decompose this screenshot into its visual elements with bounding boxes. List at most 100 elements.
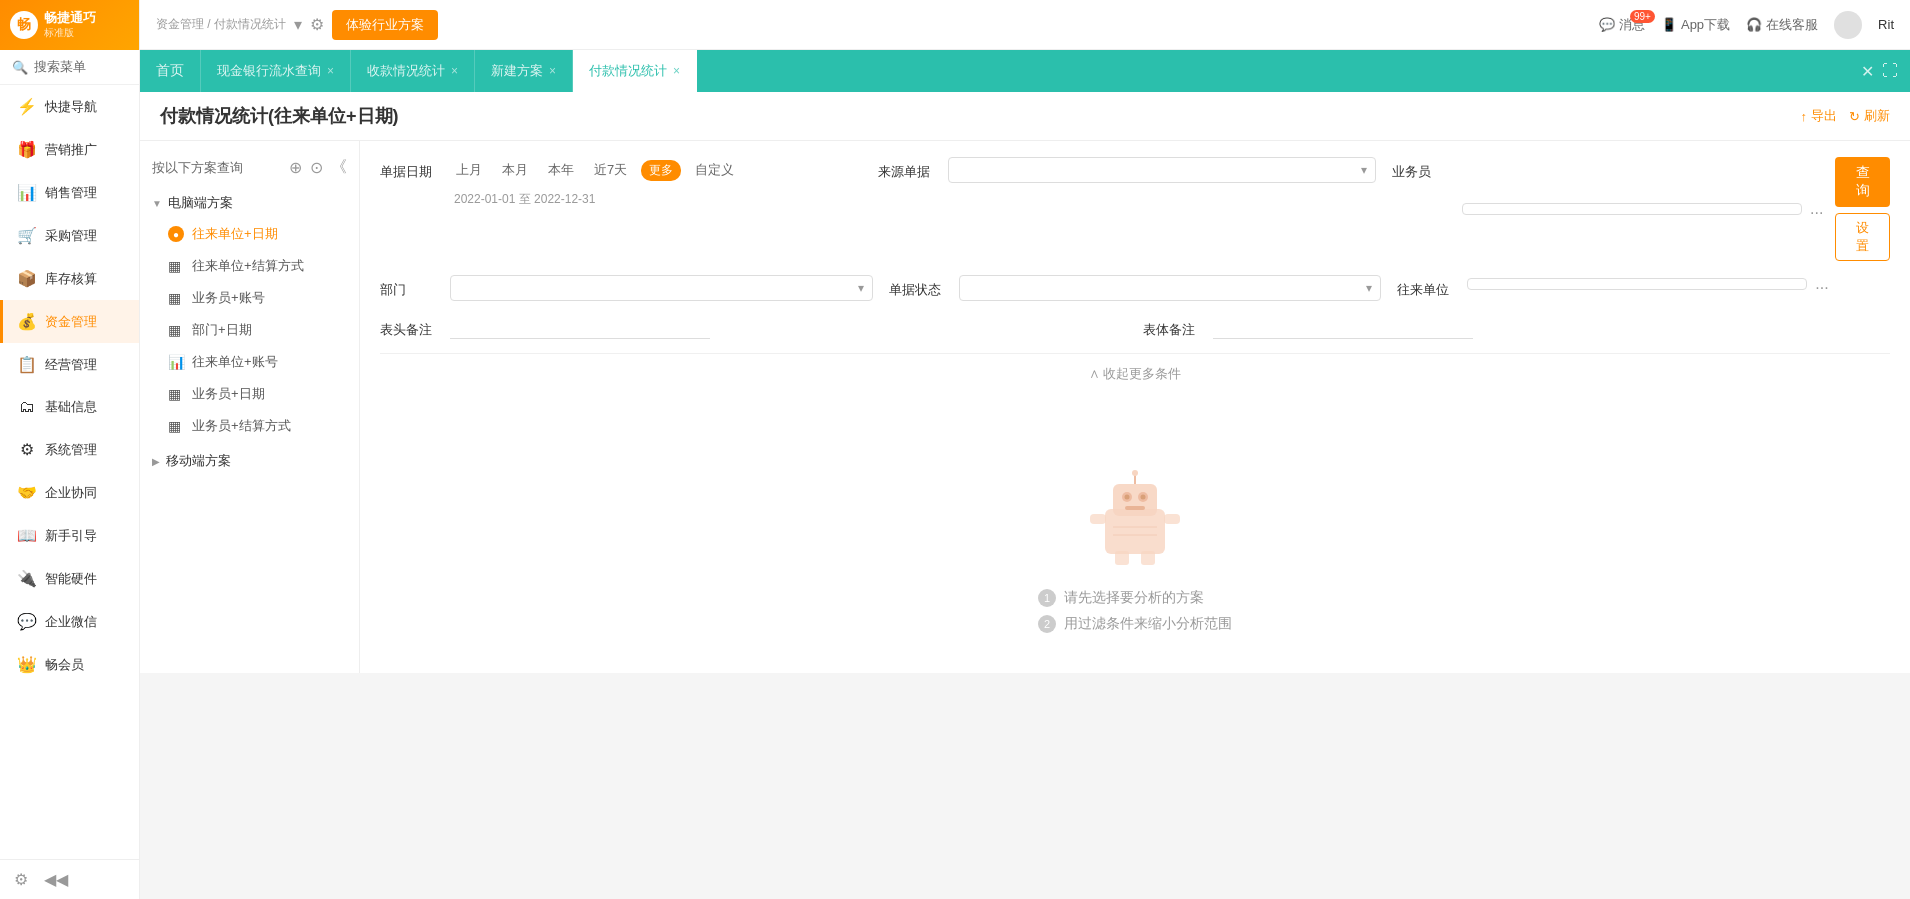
tab-close-bank-flow[interactable]: × (327, 64, 334, 78)
scheme-group-mobile-title[interactable]: ▶ 移动端方案 (140, 446, 359, 476)
hardware-icon: 🔌 (17, 569, 37, 588)
logo-subtitle: 标准版 (44, 26, 96, 40)
sidebar-item-quick-nav[interactable]: ⚡ 快捷导航 (0, 85, 139, 128)
tab-close-new-scheme[interactable]: × (549, 64, 556, 78)
sidebar-item-operation[interactable]: 📋 经营管理 (0, 343, 139, 386)
sidebar-item-marketing[interactable]: 🎁 营销推广 (0, 128, 139, 171)
sidebar-item-vip[interactable]: 👑 畅会员 (0, 643, 139, 686)
header-note-label: 表头备注 (380, 315, 450, 339)
scheme-item-icon: ▦ (168, 322, 184, 338)
avatar[interactable] (1834, 11, 1862, 39)
scheme-item-salesman-settle[interactable]: ▦ 业务员+结算方式 (148, 410, 359, 442)
tab-spacer (697, 50, 1849, 92)
source-select[interactable]: ▾ (948, 157, 1376, 183)
sidebar-nav: ⚡ 快捷导航 🎁 营销推广 📊 销售管理 🛒 采购管理 📦 库存核算 💰 资金管… (0, 85, 139, 859)
tab-fullscreen-icon[interactable]: ⛶ (1882, 62, 1898, 80)
tab-new-scheme[interactable]: 新建方案 × (475, 50, 573, 92)
scheme-item-salesman-date[interactable]: ▦ 业务员+日期 (148, 378, 359, 410)
scheme-item-icon: ▦ (168, 258, 184, 274)
collapse-scheme-icon[interactable]: 《 (331, 157, 347, 178)
footer-settings-icon[interactable]: ⚙ (14, 870, 28, 889)
collapse-bar[interactable]: ∧ 收起更多条件 (380, 353, 1890, 393)
date-more-btn[interactable]: 更多 (641, 160, 681, 181)
salesman-dots[interactable]: ... (1810, 200, 1823, 218)
tab-payment-stats[interactable]: 付款情况统计 × (573, 50, 697, 92)
breadcrumb-dropdown-icon[interactable]: ▾ (294, 15, 302, 34)
filter-row-1: 单据日期 上月 本月 本年 近7天 更多 自定义 2022-01-01 至 20… (380, 157, 1890, 261)
scheme-item-partner-account[interactable]: 📊 往来单位+账号 (148, 346, 359, 378)
body-note-input[interactable] (1213, 315, 1473, 339)
quick-nav-icon: ⚡ (17, 97, 37, 116)
logo-text-block: 畅捷通巧 标准版 (44, 10, 96, 40)
date-this-year-btn[interactable]: 本年 (542, 157, 580, 183)
query-button[interactable]: 查询 (1835, 157, 1890, 207)
sidebar-item-label: 快捷导航 (45, 98, 97, 116)
scheme-item-partner-date[interactable]: ● 往来单位+日期 (148, 218, 359, 250)
group-collapse-arrow: ▶ (152, 456, 160, 467)
filter-settings-button[interactable]: 设置 (1835, 213, 1890, 261)
date-this-month-btn[interactable]: 本月 (496, 157, 534, 183)
breadcrumb: 资金管理 / 付款情况统计 (156, 16, 286, 33)
sidebar-item-basics[interactable]: 🗂 基础信息 (0, 386, 139, 428)
msg-icon: 💬 (1599, 17, 1615, 32)
export-button[interactable]: ↑ 导出 (1801, 107, 1838, 125)
sidebar-search[interactable]: 🔍 搜索菜单 (0, 50, 139, 85)
partner-dots[interactable]: ... (1815, 275, 1828, 293)
settings-scheme-icon[interactable]: ⊙ (310, 158, 323, 177)
app-download-button[interactable]: 📱 App下载 (1661, 16, 1730, 34)
tab-close-payment-stats[interactable]: × (673, 64, 680, 78)
dept-select[interactable]: ▾ (450, 275, 873, 301)
collapse-label: 收起更多条件 (1103, 366, 1181, 381)
sidebar-item-label: 畅会员 (45, 656, 84, 674)
tab-close-all-icon[interactable]: ✕ (1861, 62, 1874, 81)
collapse-icon: ∧ (1089, 366, 1104, 381)
sidebar-item-inventory[interactable]: 📦 库存核算 (0, 257, 139, 300)
tab-label: 现金银行流水查询 (217, 62, 321, 80)
content-body: 按以下方案查询 ⊕ ⊙ 《 ▼ 电脑端方案 (140, 141, 1910, 673)
refresh-button[interactable]: ↻ 刷新 (1849, 107, 1890, 125)
scheme-item-partner-settle[interactable]: ▦ 往来单位+结算方式 (148, 250, 359, 282)
page-content: 付款情况统计(往来单位+日期) ↑ 导出 ↻ 刷新 (140, 92, 1910, 899)
add-scheme-icon[interactable]: ⊕ (289, 158, 302, 177)
username[interactable]: Rit (1878, 17, 1894, 32)
date-7days-btn[interactable]: 近7天 (588, 157, 633, 183)
sidebar-item-enterprise[interactable]: 🤝 企业协同 (0, 471, 139, 514)
salesman-select[interactable] (1462, 203, 1802, 215)
tab-close-receipts[interactable]: × (451, 64, 458, 78)
tab-home[interactable]: 首页 (140, 50, 201, 92)
tab-actions: ✕ ⛶ (1849, 50, 1910, 92)
msg-button[interactable]: 💬 消息 99+ (1599, 16, 1645, 34)
docstatus-select[interactable]: ▾ (959, 275, 1382, 301)
service-label: 在线客服 (1766, 16, 1818, 34)
tab-bank-flow[interactable]: 现金银行流水查询 × (201, 50, 351, 92)
scheme-item-salesman-account[interactable]: ▦ 业务员+账号 (148, 282, 359, 314)
date-custom-btn[interactable]: 自定义 (689, 157, 740, 183)
system-icon: ⚙ (17, 440, 37, 459)
header-note-input[interactable] (450, 315, 710, 339)
empty-tips: 1 请先选择要分析的方案 2 用过滤条件来缩小分析范围 (1038, 589, 1232, 633)
filter-row-2: 部门 ▾ 单据状态 ▾ (380, 275, 1890, 301)
scheme-item-label: 往来单位+账号 (192, 353, 278, 371)
sidebar-item-purchase[interactable]: 🛒 采购管理 (0, 214, 139, 257)
scheme-item-dept-date[interactable]: ▦ 部门+日期 (148, 314, 359, 346)
topbar-gear-icon[interactable]: ⚙ (310, 15, 324, 34)
partner-select[interactable] (1467, 278, 1807, 290)
tip-text-2: 用过滤条件来缩小分析范围 (1064, 615, 1232, 633)
footer-collapse-icon[interactable]: ◀◀ (44, 870, 68, 889)
svg-point-8 (1132, 470, 1138, 476)
sidebar-item-wechat[interactable]: 💬 企业微信 (0, 600, 139, 643)
trial-btn[interactable]: 体验行业方案 (332, 10, 438, 40)
tab-label: 收款情况统计 (367, 62, 445, 80)
sidebar-item-label: 基础信息 (45, 398, 97, 416)
sidebar-item-funds[interactable]: 💰 资金管理 (0, 300, 139, 343)
header-note-control (450, 315, 1127, 339)
tip-text-1: 请先选择要分析的方案 (1064, 589, 1204, 607)
sidebar-item-system[interactable]: ⚙ 系统管理 (0, 428, 139, 471)
date-last-month-btn[interactable]: 上月 (450, 157, 488, 183)
sidebar-item-sales[interactable]: 📊 销售管理 (0, 171, 139, 214)
sidebar-item-hardware[interactable]: 🔌 智能硬件 (0, 557, 139, 600)
tab-receipts[interactable]: 收款情况统计 × (351, 50, 475, 92)
service-button[interactable]: 🎧 在线客服 (1746, 16, 1818, 34)
scheme-group-desktop-title[interactable]: ▼ 电脑端方案 (140, 188, 359, 218)
sidebar-item-guide[interactable]: 📖 新手引导 (0, 514, 139, 557)
